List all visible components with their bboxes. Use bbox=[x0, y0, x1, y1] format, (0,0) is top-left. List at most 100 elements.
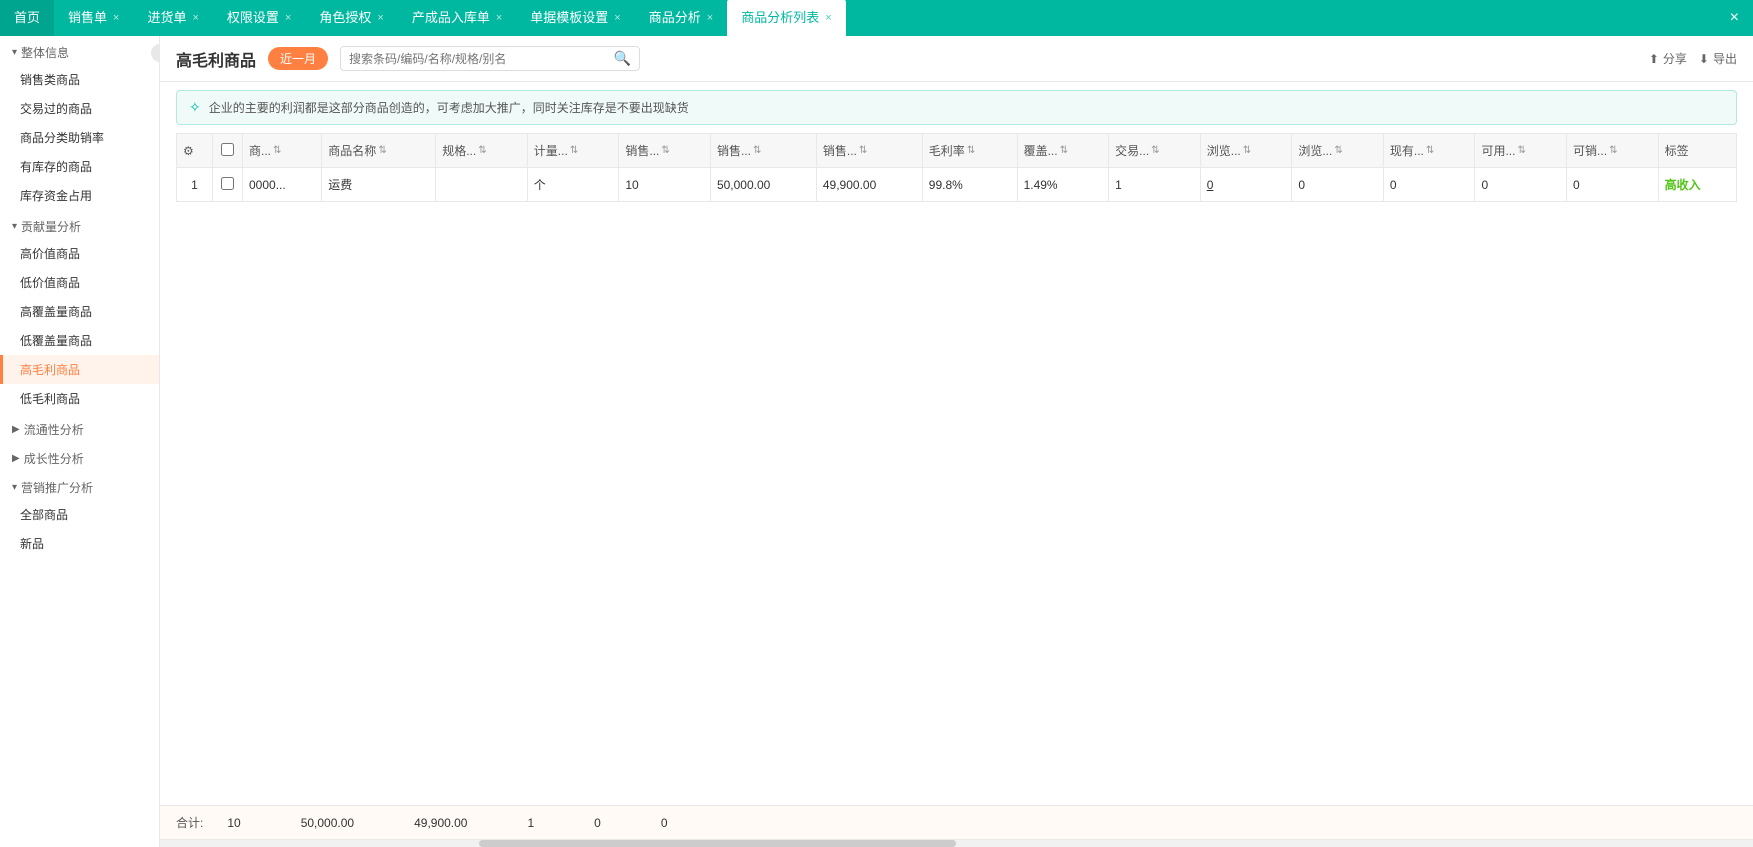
sort-icon: ⇅ bbox=[661, 145, 669, 156]
scrollbar-thumb[interactable] bbox=[479, 840, 957, 847]
col-header-spec[interactable]: 规格... ⇅ bbox=[436, 134, 528, 168]
info-icon: ✧ bbox=[189, 99, 201, 116]
sidebar-section-overall[interactable]: ▾ 整体信息 bbox=[0, 36, 159, 65]
sort-icon: ⇅ bbox=[753, 145, 761, 156]
settings-icon[interactable]: ⚙ bbox=[183, 144, 194, 158]
sidebar-item-stock-goods[interactable]: 有库存的商品 bbox=[0, 152, 159, 181]
horizontal-scrollbar[interactable] bbox=[160, 839, 1753, 847]
sidebar-section-liquidity[interactable]: ▶ 流通性分析 bbox=[0, 413, 159, 442]
cell-num: 1 bbox=[177, 168, 213, 202]
col-header-available[interactable]: 可用... ⇅ bbox=[1475, 134, 1567, 168]
close-icon[interactable]: × bbox=[496, 0, 502, 36]
nav-purchase-order[interactable]: 进货单 × bbox=[133, 0, 212, 36]
footer-sales3: 49,900.00 bbox=[414, 816, 467, 830]
sidebar-item-all-goods[interactable]: 全部商品 bbox=[0, 500, 159, 529]
cell-transaction: 1 bbox=[1109, 168, 1201, 202]
close-icon[interactable]: × bbox=[825, 0, 831, 36]
close-icon[interactable]: × bbox=[285, 0, 291, 36]
info-banner: ✧ 企业的主要的利润都是这部分商品创造的，可考虑加大推广，同时关注库存是不要出现… bbox=[176, 90, 1737, 125]
col-header-current[interactable]: 现有... ⇅ bbox=[1383, 134, 1475, 168]
chevron-down-icon: ▾ bbox=[12, 47, 17, 58]
close-icon[interactable]: × bbox=[614, 0, 620, 36]
sidebar-item-traded-goods[interactable]: 交易过的商品 bbox=[0, 94, 159, 123]
footer-sales1: 10 bbox=[227, 816, 240, 830]
main-layout: 《 ▾ 整体信息 销售类商品 交易过的商品 商品分类助销率 有库存的商品 库存资… bbox=[0, 36, 1753, 847]
col-header-check[interactable] bbox=[213, 134, 243, 168]
select-all-checkbox[interactable] bbox=[221, 143, 234, 156]
sidebar-section-growth[interactable]: ▶ 成长性分析 bbox=[0, 442, 159, 471]
footer-label: 合计: bbox=[176, 814, 203, 831]
cell-code: 0000... bbox=[243, 168, 322, 202]
cell-sales1: 10 bbox=[619, 168, 711, 202]
col-header-browse1[interactable]: 浏览... ⇅ bbox=[1200, 134, 1292, 168]
sort-icon: ⇅ bbox=[1609, 145, 1617, 156]
cell-sales3: 49,900.00 bbox=[816, 168, 922, 202]
content-header: 高毛利商品 近一月 🔍 ⬆ 分享 ⬇ 导出 bbox=[160, 36, 1753, 82]
col-header-num: ⚙ bbox=[177, 134, 213, 168]
sort-icon: ⇅ bbox=[1517, 145, 1525, 156]
cell-spec bbox=[436, 168, 528, 202]
export-button[interactable]: ⬇ 导出 bbox=[1699, 50, 1737, 67]
filter-recent-month-button[interactable]: 近一月 bbox=[268, 47, 328, 70]
sidebar-item-sales-goods[interactable]: 销售类商品 bbox=[0, 65, 159, 94]
col-header-code[interactable]: 商... ⇅ bbox=[243, 134, 322, 168]
search-box: 🔍 bbox=[340, 46, 640, 71]
col-header-unit[interactable]: 计量... ⇅ bbox=[527, 134, 619, 168]
sidebar-item-stock-capital[interactable]: 库存资金占用 bbox=[0, 181, 159, 210]
cell-unit: 个 bbox=[527, 168, 619, 202]
row-checkbox[interactable] bbox=[221, 177, 234, 190]
nav-role-auth[interactable]: 角色授权 × bbox=[305, 0, 397, 36]
nav-template-settings[interactable]: 单据模板设置 × bbox=[516, 0, 634, 36]
nav-home[interactable]: 首页 bbox=[0, 0, 54, 36]
sidebar-item-category-assist[interactable]: 商品分类助销率 bbox=[0, 123, 159, 152]
footer-sales2: 50,000.00 bbox=[301, 816, 354, 830]
close-icon[interactable]: × bbox=[707, 0, 713, 36]
sidebar-item-low-coverage[interactable]: 低覆盖量商品 bbox=[0, 326, 159, 355]
close-icon[interactable]: × bbox=[113, 0, 119, 36]
table-footer: 合计: 10 50,000.00 49,900.00 1 0 0 bbox=[160, 805, 1753, 839]
sidebar-item-low-value[interactable]: 低价值商品 bbox=[0, 268, 159, 297]
table-container[interactable]: ⚙ 商... ⇅ bbox=[160, 133, 1753, 805]
sort-icon: ⇅ bbox=[1151, 145, 1159, 156]
sidebar-item-high-coverage[interactable]: 高覆盖量商品 bbox=[0, 297, 159, 326]
cell-browse1[interactable]: 0 bbox=[1200, 168, 1292, 202]
close-icon[interactable]: × bbox=[192, 0, 198, 36]
col-header-browse2[interactable]: 浏览... ⇅ bbox=[1292, 134, 1384, 168]
search-input[interactable] bbox=[349, 52, 608, 66]
sidebar-item-low-gross[interactable]: 低毛利商品 bbox=[0, 384, 159, 413]
nav-product-analysis-list[interactable]: 商品分析列表 × bbox=[727, 0, 845, 36]
window-close-button[interactable]: × bbox=[1716, 0, 1753, 36]
sort-icon: ⇅ bbox=[1243, 145, 1251, 156]
col-header-sales3[interactable]: 销售... ⇅ bbox=[816, 134, 922, 168]
col-header-sales1[interactable]: 销售... ⇅ bbox=[619, 134, 711, 168]
sidebar-item-new-goods[interactable]: 新品 bbox=[0, 529, 159, 558]
col-header-sales2[interactable]: 销售... ⇅ bbox=[710, 134, 816, 168]
sort-icon: ⇅ bbox=[1426, 145, 1434, 156]
col-header-gross-rate[interactable]: 毛利率 ⇅ bbox=[922, 134, 1017, 168]
cell-name: 运费 bbox=[322, 168, 436, 202]
sidebar-item-high-gross[interactable]: 高毛利商品 bbox=[0, 355, 159, 384]
sort-icon: ⇅ bbox=[967, 145, 975, 156]
content-area: 高毛利商品 近一月 🔍 ⬆ 分享 ⬇ 导出 ✧ 企业的主要的利润都是这部分商品创… bbox=[160, 36, 1753, 847]
col-header-name[interactable]: 商品名称 ⇅ bbox=[322, 134, 436, 168]
nav-permission-settings[interactable]: 权限设置 × bbox=[213, 0, 305, 36]
sort-icon: ⇅ bbox=[1060, 145, 1068, 156]
sidebar-section-marketing[interactable]: ▾ 营销推广分析 bbox=[0, 471, 159, 500]
cell-saleable: 0 bbox=[1567, 168, 1659, 202]
sort-icon: ⇅ bbox=[378, 145, 386, 156]
sidebar-item-high-value[interactable]: 高价值商品 bbox=[0, 239, 159, 268]
cell-check[interactable] bbox=[213, 168, 243, 202]
search-icon[interactable]: 🔍 bbox=[614, 50, 631, 67]
col-header-coverage[interactable]: 覆盖... ⇅ bbox=[1017, 134, 1109, 168]
share-button[interactable]: ⬆ 分享 bbox=[1649, 50, 1687, 67]
col-header-saleable[interactable]: 可销... ⇅ bbox=[1567, 134, 1659, 168]
col-header-transaction[interactable]: 交易... ⇅ bbox=[1109, 134, 1201, 168]
footer-available: 0 bbox=[661, 816, 668, 830]
cell-coverage: 1.49% bbox=[1017, 168, 1109, 202]
table-row: 1 0000... 运费 个 10 50,000.00 49,900.00 99… bbox=[177, 168, 1737, 202]
nav-sales-order[interactable]: 销售单 × bbox=[54, 0, 133, 36]
sidebar-section-contribution[interactable]: ▾ 贡献量分析 bbox=[0, 210, 159, 239]
close-icon[interactable]: × bbox=[377, 0, 383, 36]
nav-product-inbound[interactable]: 产成品入库单 × bbox=[398, 0, 516, 36]
nav-product-analysis[interactable]: 商品分析 × bbox=[635, 0, 727, 36]
